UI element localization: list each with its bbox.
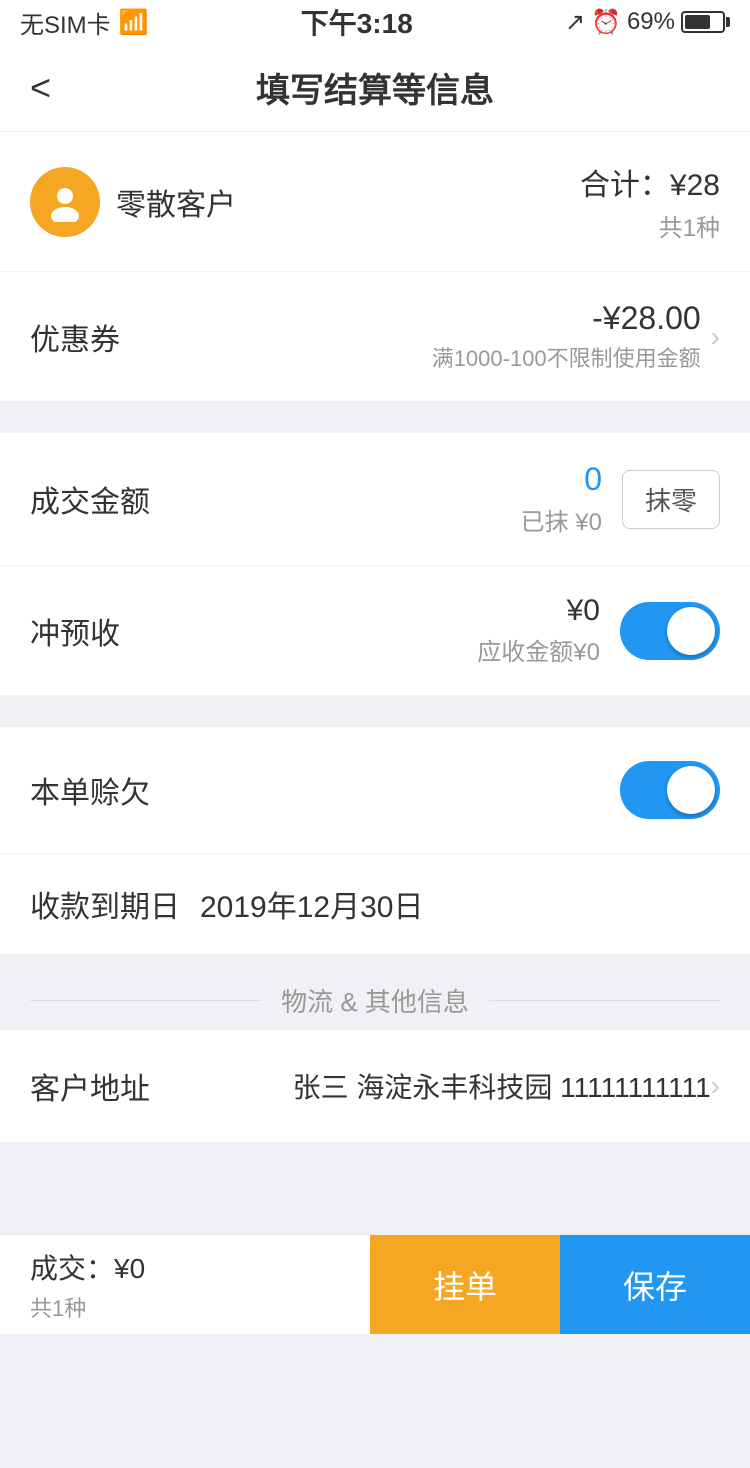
battery-icon bbox=[681, 11, 730, 33]
customer-right: 合计：¥28 共1种 bbox=[580, 160, 720, 243]
bottom-count: 共1种 bbox=[30, 1291, 340, 1323]
coupon-row[interactable]: 优惠券 -¥28.00 满1000-100不限制使用金额 › bbox=[0, 271, 750, 401]
battery-percent: 69% bbox=[627, 8, 675, 36]
total-count: 共1种 bbox=[580, 208, 720, 243]
status-bar: 无SIM卡 📶 下午3:18 ↗ ⏰ 69% bbox=[0, 0, 750, 44]
back-button[interactable]: < bbox=[30, 67, 51, 109]
due-date-row[interactable]: 收款到期日 2019年12月30日 bbox=[0, 853, 750, 954]
due-date-label: 收款到期日 bbox=[30, 882, 180, 926]
wifi-icon: 📶 bbox=[119, 8, 149, 37]
avatar bbox=[30, 167, 100, 237]
credit-section: 本单赊欠 收款到期日 2019年12月30日 bbox=[0, 727, 750, 954]
page-title: 填写结算等信息 bbox=[256, 63, 494, 112]
precollect-amount: ¥0 应收金额¥0 bbox=[477, 594, 600, 667]
no-sim-text: 无SIM卡 bbox=[20, 5, 111, 40]
address-section: 客户地址 张三 海淀永丰科技园 11111111111 › bbox=[0, 1030, 750, 1142]
logistics-divider: 物流 & 其他信息 bbox=[0, 970, 750, 1030]
toggle-knob bbox=[667, 607, 715, 655]
credit-label: 本单赊欠 bbox=[30, 768, 150, 812]
bottom-bar: 成交：¥0 共1种 挂单 保存 bbox=[0, 1234, 750, 1334]
pre-collect-label: 冲预收 bbox=[30, 609, 120, 653]
due-date-value: 2019年12月30日 bbox=[200, 882, 423, 926]
address-value: 张三 海淀永丰科技园 11111111111 bbox=[170, 1066, 711, 1106]
precollect-sub: 应收金额¥0 bbox=[477, 632, 600, 667]
round-zero-button[interactable]: 抹零 bbox=[622, 470, 720, 529]
coupon-right: -¥28.00 满1000-100不限制使用金额 › bbox=[432, 300, 720, 373]
hang-button[interactable]: 挂单 bbox=[370, 1235, 560, 1334]
alarm-icon: ⏰ bbox=[591, 8, 621, 37]
status-time: 下午3:18 bbox=[301, 2, 413, 42]
address-row[interactable]: 客户地址 张三 海淀永丰科技园 11111111111 › bbox=[0, 1030, 750, 1142]
location-icon: ↗ bbox=[565, 8, 585, 37]
status-left: 无SIM卡 📶 bbox=[20, 5, 149, 40]
credit-toggle-knob bbox=[667, 766, 715, 814]
divider-2 bbox=[0, 711, 750, 727]
credit-row: 本单赊欠 bbox=[0, 727, 750, 853]
bottom-deal-amount: ¥0 bbox=[114, 1253, 145, 1284]
bottom-deal: 成交：¥0 bbox=[30, 1247, 340, 1287]
coupon-label: 优惠券 bbox=[30, 315, 120, 359]
deal-amount-value: 0 bbox=[521, 461, 602, 498]
customer-name: 零散客户 bbox=[116, 180, 236, 224]
coupon-discount: -¥28.00 bbox=[432, 300, 701, 337]
save-button[interactable]: 保存 bbox=[560, 1235, 750, 1334]
address-label: 客户地址 bbox=[30, 1064, 150, 1108]
precollect-value: ¥0 bbox=[477, 594, 600, 628]
total-amount: 合计：¥28 bbox=[580, 160, 720, 204]
user-icon bbox=[45, 182, 85, 222]
pre-collect-toggle[interactable] bbox=[620, 602, 720, 660]
deal-amount-row: 成交金额 0 已抹 ¥0 抹零 bbox=[0, 433, 750, 565]
bottom-deal-label: 成交： bbox=[30, 1253, 114, 1284]
bottom-info: 成交：¥0 共1种 bbox=[0, 1235, 370, 1334]
customer-left: 零散客户 bbox=[30, 167, 236, 237]
pre-collect-right: ¥0 应收金额¥0 bbox=[477, 594, 720, 667]
customer-row: 零散客户 合计：¥28 共1种 bbox=[0, 132, 750, 271]
chevron-right-icon: › bbox=[711, 321, 720, 353]
address-chevron-icon: › bbox=[711, 1070, 720, 1102]
deal-section: 成交金额 0 已抹 ¥0 抹零 冲预收 ¥0 应收金额¥0 bbox=[0, 433, 750, 695]
amount-wrap: 0 已抹 ¥0 bbox=[521, 461, 602, 537]
credit-toggle[interactable] bbox=[620, 761, 720, 819]
logistics-label: 物流 & 其他信息 bbox=[261, 982, 489, 1019]
deal-amount-right: 0 已抹 ¥0 抹零 bbox=[521, 461, 720, 537]
nav-bar: < 填写结算等信息 bbox=[0, 44, 750, 132]
divider-1 bbox=[0, 417, 750, 433]
deal-amount-sub: 已抹 ¥0 bbox=[521, 502, 602, 537]
coupon-value-wrap: -¥28.00 满1000-100不限制使用金额 bbox=[432, 300, 701, 373]
coupon-desc: 满1000-100不限制使用金额 bbox=[432, 341, 701, 373]
customer-section: 零散客户 合计：¥28 共1种 优惠券 -¥28.00 满1000-100不限制… bbox=[0, 132, 750, 401]
status-right: ↗ ⏰ 69% bbox=[565, 8, 730, 37]
deal-amount-label: 成交金额 bbox=[30, 477, 150, 521]
pre-collect-row: 冲预收 ¥0 应收金额¥0 bbox=[0, 565, 750, 695]
